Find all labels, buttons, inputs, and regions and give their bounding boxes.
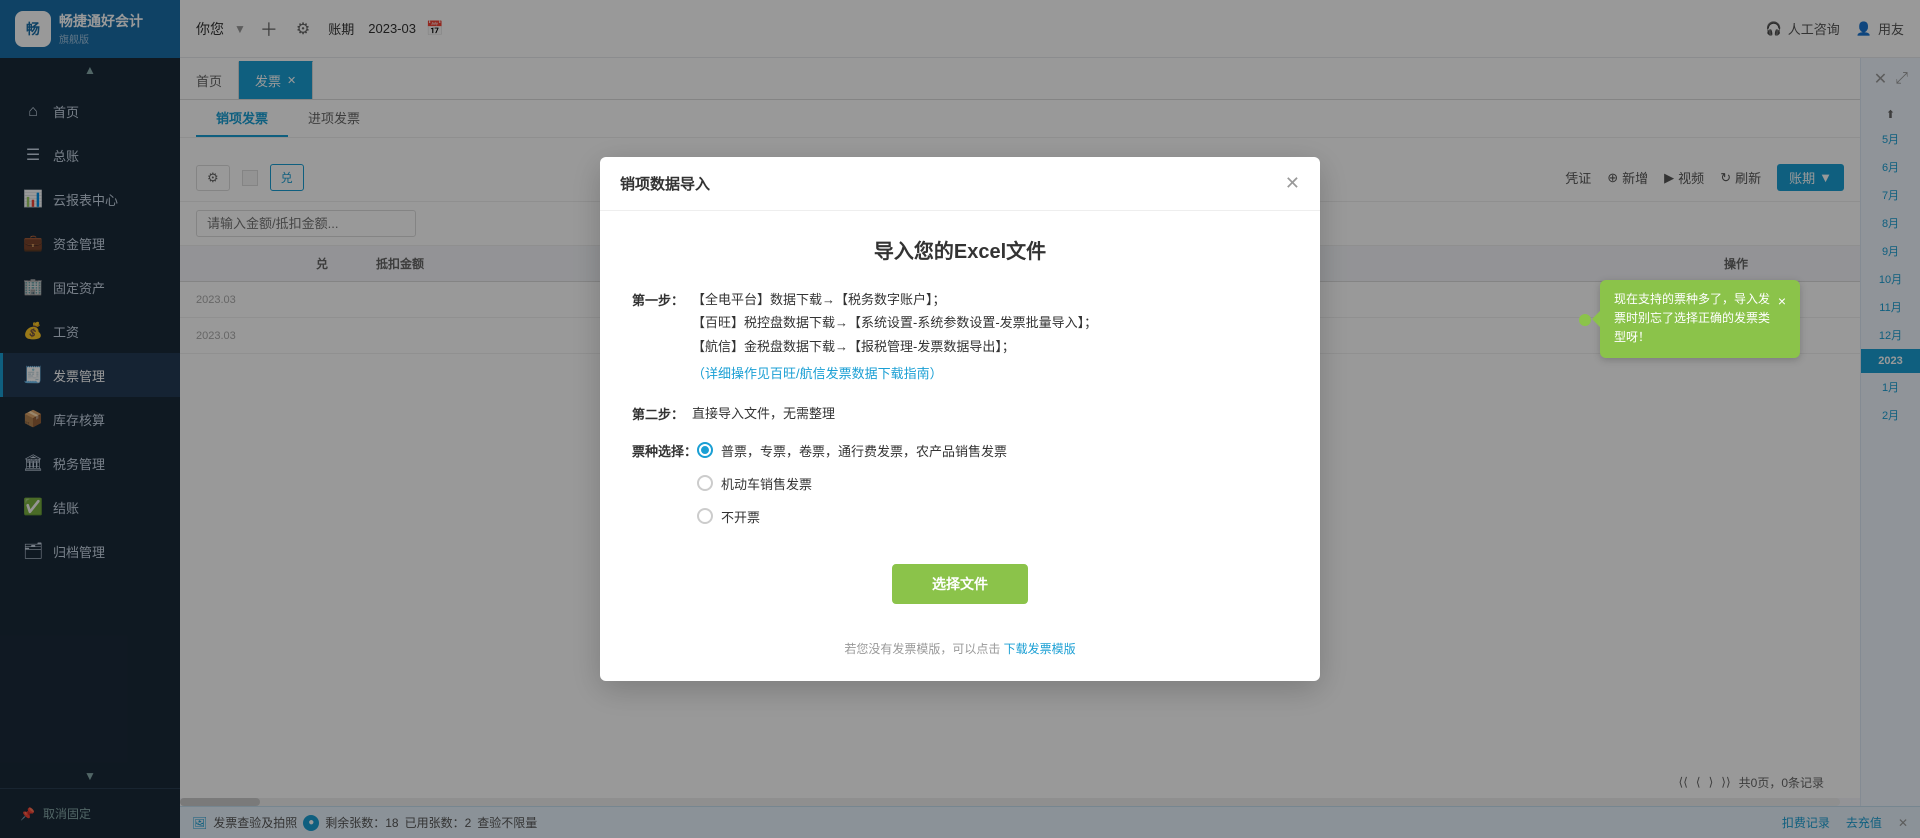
ticket-options: 普票，专票，卷票，通行费发票，农产品销售发票 机动车销售发票 不开票 (697, 441, 1007, 536)
ticket-radio-motor[interactable]: 机动车销售发票 (697, 474, 1007, 493)
select-file-button[interactable]: 选择文件 (892, 564, 1028, 604)
step2-content: 直接导入文件，无需整理 (692, 402, 835, 425)
tooltip-close-btn[interactable]: × (1778, 290, 1786, 312)
ticket-motor-label: 机动车销售发票 (721, 474, 812, 493)
step1-line1: 【全电平台】数据下载→【税务数字账户】； (692, 288, 1097, 311)
download-template-tip: 若您没有发票模版，可以点击 下载发票模版 (632, 640, 1288, 657)
ticket-selection: 票种选择： 普票，专票，卷票，通行费发票，农产品销售发票 机动车销售发票 (632, 441, 1288, 536)
ticket-normal-label: 普票，专票，卷票，通行费发票，农产品销售发票 (721, 441, 1007, 460)
tip-text: 若您没有发票模版，可以点击 (844, 642, 1000, 656)
modal-header: 销项数据导入 ✕ (600, 157, 1320, 211)
step1-row: 第一步： 【全电平台】数据下载→【税务数字账户】； 【百旺】税控盘数据下载→【系… (632, 288, 1288, 386)
modal-title: 销项数据导入 (620, 173, 710, 194)
modal-close-button[interactable]: ✕ (1285, 173, 1300, 194)
modal-body: 导入您的Excel文件 第一步： 【全电平台】数据下载→【税务数字账户】； 【百… (600, 211, 1320, 681)
ticket-none-label: 不开票 (721, 507, 760, 526)
ticket-radio-none[interactable]: 不开票 (697, 507, 1007, 526)
step1-line2: 【百旺】税控盘数据下载→【系统设置-系统参数设置-发票批量导入】； (692, 311, 1097, 334)
step1-line3: 【航信】金税盘数据下载→【报税管理-发票数据导出】； (692, 335, 1097, 358)
step2-label: 第二步： (632, 402, 692, 425)
ticket-radio-normal[interactable]: 普票，专票，卷票，通行费发票，农产品销售发票 (697, 441, 1007, 460)
step1-label: 第一步： (632, 288, 692, 386)
download-guide-link[interactable]: （详细操作见百旺/航信发票数据下载指南） (692, 366, 943, 381)
modal-main-title: 导入您的Excel文件 (632, 235, 1288, 264)
modal-footer: 选择文件 (632, 556, 1288, 628)
ticket-label: 票种选择： (632, 441, 697, 460)
step2-row: 第二步： 直接导入文件，无需整理 (632, 402, 1288, 425)
radio-none-circle (697, 508, 713, 524)
step2-text: 直接导入文件，无需整理 (692, 406, 835, 421)
tooltip-bubble: × 现在支持的票种多了，导入发票时别忘了选择正确的发票类型呀！ (1600, 280, 1800, 358)
tooltip-text: 现在支持的票种多了，导入发票时别忘了选择正确的发票类型呀！ (1614, 292, 1770, 344)
radio-normal-circle (697, 442, 713, 458)
step1-content: 【全电平台】数据下载→【税务数字账户】； 【百旺】税控盘数据下载→【系统设置-系… (692, 288, 1097, 386)
import-modal: 销项数据导入 ✕ 导入您的Excel文件 第一步： 【全电平台】数据下载→【税务… (600, 157, 1320, 681)
radio-motor-circle (697, 475, 713, 491)
download-template-link[interactable]: 下载发票模版 (1004, 642, 1076, 656)
